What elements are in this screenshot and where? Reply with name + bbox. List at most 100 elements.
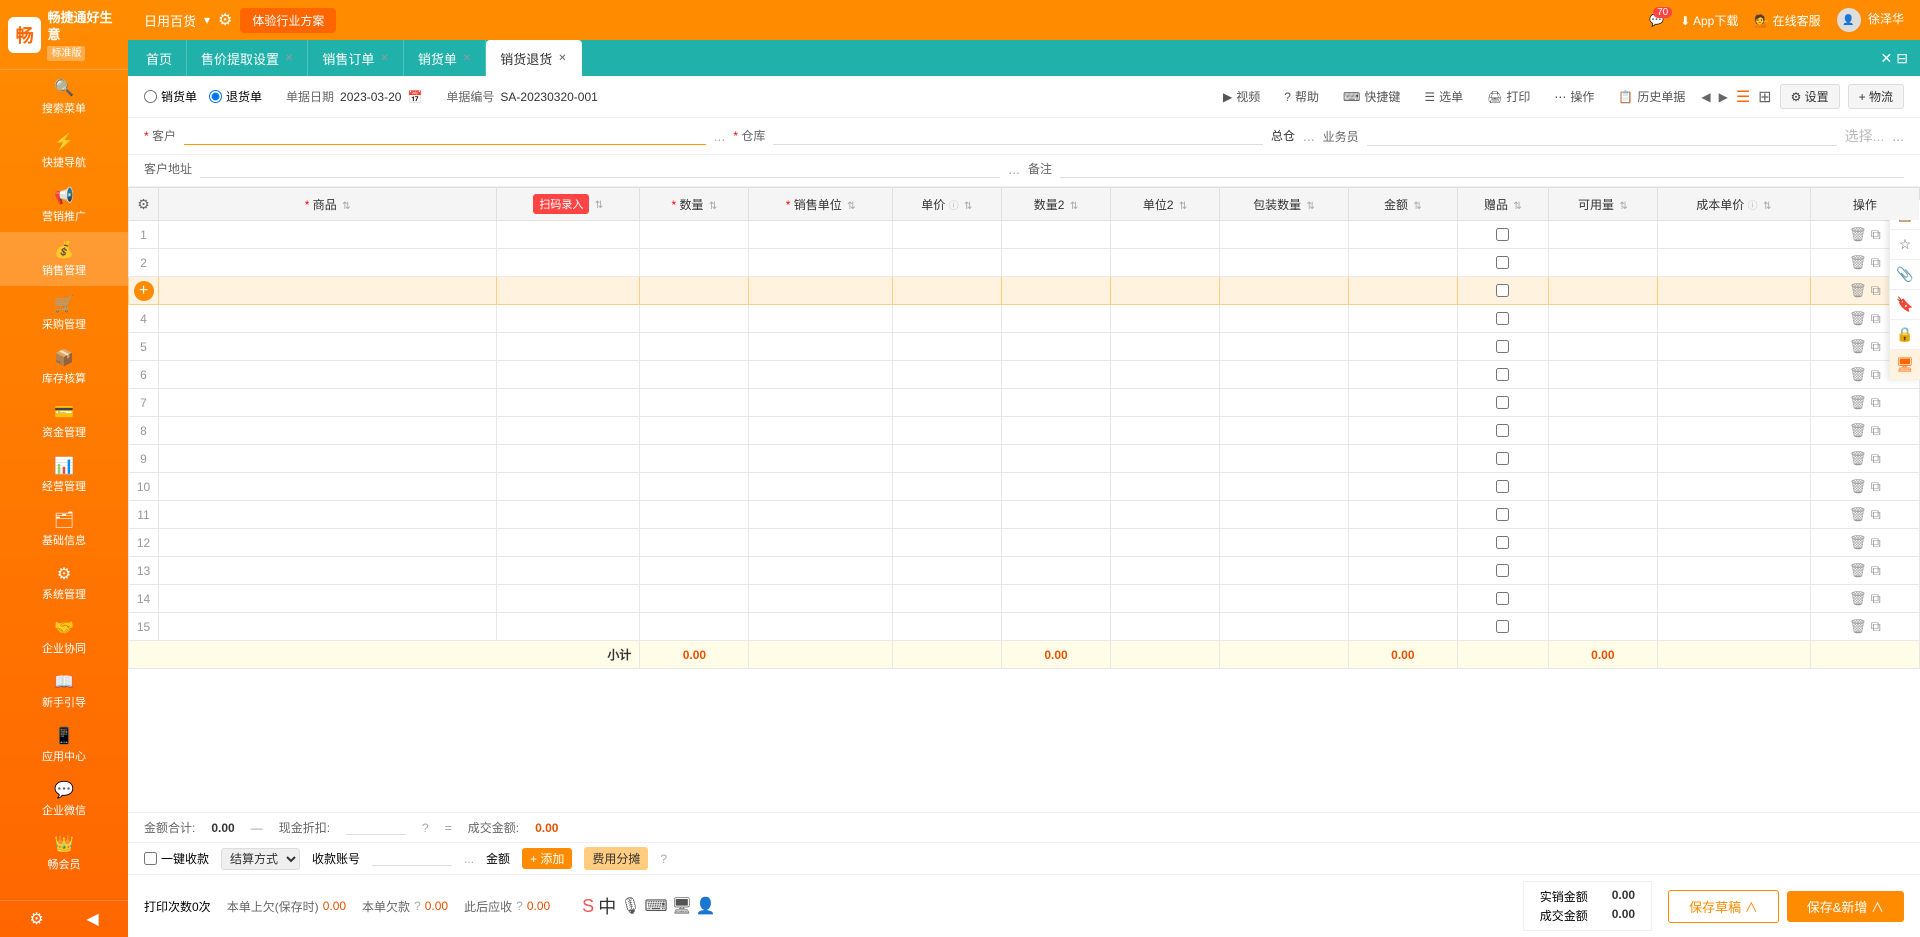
price-cell[interactable] [892, 221, 1001, 249]
cost-price-info-icon[interactable]: ⓘ [1748, 201, 1758, 212]
col-cprice-sort[interactable]: ⇅ [1763, 201, 1771, 212]
qty-cell[interactable] [640, 221, 749, 249]
tab-sales-delivery[interactable]: 销货单 ✕ [404, 40, 486, 76]
save-draft-btn[interactable]: 保存草稿 ∧ [1668, 890, 1779, 923]
unit-price-info-icon[interactable]: ⓘ [949, 201, 959, 212]
discount-help-icon[interactable]: ? [422, 821, 429, 835]
right-btn-bookmark[interactable]: 🔖 [1890, 290, 1920, 320]
online-service-btn[interactable]: 💁 在线客服 [1754, 12, 1820, 29]
delete-row-btn[interactable]: 🗑 [1849, 226, 1867, 243]
tab-sales-return[interactable]: 销货退货 ✕ [486, 40, 581, 76]
gift-checkbox[interactable] [1496, 620, 1509, 633]
account-input[interactable] [372, 851, 452, 866]
warehouse-input[interactable] [773, 126, 1263, 145]
unit2-cell[interactable] [1111, 221, 1220, 249]
gift-cell[interactable] [1457, 221, 1548, 249]
col-unit2-sort[interactable]: ⇅ [1179, 201, 1187, 212]
salesperson-ellipsis[interactable]: ... [1892, 128, 1904, 144]
warehouse-ellipsis[interactable]: ... [1303, 128, 1315, 144]
gift-checkbox[interactable] [1496, 424, 1509, 437]
calendar-icon[interactable]: 📅 [407, 90, 422, 104]
gift-checkbox[interactable] [1496, 340, 1509, 353]
col-settings-icon[interactable]: ⚙ [137, 196, 150, 212]
tool-mic-icon[interactable]: 🎙 [620, 896, 640, 916]
radio-sales-input[interactable] [144, 90, 157, 103]
help-btn[interactable]: ? 帮助 [1276, 85, 1327, 108]
view-grid-icon[interactable]: ⊞ [1758, 87, 1771, 107]
copy-row-btn[interactable]: ⧉ [1871, 422, 1881, 439]
sidebar-item-wechat[interactable]: 💬 企业微信 [0, 772, 128, 826]
col-amount-sort[interactable]: ⇅ [1413, 201, 1421, 212]
gift-checkbox[interactable] [1496, 228, 1509, 241]
tab-more-icon[interactable]: ⊟ [1896, 50, 1908, 67]
save-new-btn[interactable]: 保存&新增 ∧ [1787, 891, 1904, 922]
tab-close-sales-order[interactable]: ✕ [380, 53, 388, 64]
sidebar-item-member[interactable]: 👑 畅会员 [0, 826, 128, 880]
tab-home[interactable]: 首页 [132, 40, 187, 76]
view-list-icon[interactable]: ☰ [1736, 87, 1750, 107]
gift-checkbox[interactable] [1496, 564, 1509, 577]
copy-row-btn[interactable]: ⧉ [1871, 226, 1881, 243]
gift-checkbox[interactable] [1496, 368, 1509, 381]
gift-checkbox[interactable] [1496, 480, 1509, 493]
shortcut-btn[interactable]: ⌨ 快捷键 [1335, 85, 1408, 108]
tool-person-icon[interactable]: 👤 [696, 896, 716, 916]
delete-row-btn[interactable]: 🗑 [1849, 590, 1867, 607]
delete-row-btn[interactable]: 🗑 [1849, 366, 1867, 383]
tool-s-icon[interactable]: S [582, 896, 594, 917]
sidebar-item-system[interactable]: ⚙ 系统管理 [0, 556, 128, 610]
copy-row-btn[interactable]: ⧉ [1871, 394, 1881, 411]
sidebar-item-search[interactable]: 🔍 搜索菜单 [0, 70, 128, 124]
delete-row-btn[interactable]: 🗑 [1849, 394, 1867, 411]
col-gift-sort[interactable]: ⇅ [1513, 201, 1521, 212]
sidebar-item-inventory[interactable]: 📦 库存核算 [0, 340, 128, 394]
expense-help-icon[interactable]: ? [660, 852, 667, 866]
copy-row-btn[interactable]: ⧉ [1871, 366, 1881, 383]
radio-return-input[interactable] [209, 90, 222, 103]
experience-btn[interactable]: 体验行业方案 [240, 8, 336, 33]
copy-row-btn[interactable]: ⧉ [1871, 534, 1881, 551]
single-debt-help-icon[interactable]: ? [414, 899, 421, 913]
copy-row-btn[interactable]: ⧉ [1871, 506, 1881, 523]
sidebar-collapse-icon[interactable]: ◀ [86, 909, 98, 929]
discount-input[interactable] [346, 820, 406, 835]
tab-close-sales-return[interactable]: ✕ [558, 53, 566, 64]
copy-row-btn[interactable]: ⧉ [1871, 338, 1881, 355]
tab-price-settings[interactable]: 售价提取设置 ✕ [187, 40, 308, 76]
sidebar-item-guide[interactable]: 📖 新手引导 [0, 664, 128, 718]
copy-row-btn[interactable]: ⧉ [1871, 254, 1881, 271]
address-input[interactable] [200, 159, 1000, 178]
gift-checkbox[interactable] [1496, 592, 1509, 605]
sidebar-item-sales[interactable]: 💰 销售管理 [0, 232, 128, 286]
radio-return[interactable]: 退货单 [209, 88, 262, 105]
gift-checkbox-active[interactable] [1496, 284, 1509, 297]
packqty-cell[interactable] [1220, 221, 1349, 249]
right-btn-clip[interactable]: 📎 [1890, 260, 1920, 290]
gift-checkbox[interactable] [1496, 312, 1509, 325]
customer-input[interactable] [184, 126, 706, 145]
gift-checkbox[interactable] [1496, 508, 1509, 521]
delete-row-btn[interactable]: 🗑 [1849, 618, 1867, 635]
sidebar-settings-icon[interactable]: ⚙ [29, 909, 43, 929]
right-btn-star[interactable]: ☆ [1890, 230, 1920, 260]
history-btn[interactable]: 📋 历史单据 [1610, 85, 1693, 108]
right-btn-lock[interactable]: 🔒 [1890, 320, 1920, 350]
gift-checkbox[interactable] [1496, 452, 1509, 465]
print-btn[interactable]: 🖨 打印 [1479, 85, 1538, 108]
copy-row-btn[interactable]: ⧉ [1871, 282, 1881, 299]
copy-row-btn[interactable]: ⧉ [1871, 478, 1881, 495]
sidebar-item-operations[interactable]: 📊 经营管理 [0, 448, 128, 502]
amount-cell[interactable] [1348, 221, 1457, 249]
sidebar-item-purchase[interactable]: 🛒 采购管理 [0, 286, 128, 340]
sidebar-item-finance[interactable]: 💳 资金管理 [0, 394, 128, 448]
radio-sales[interactable]: 销货单 [144, 88, 197, 105]
qty2-cell[interactable] [1001, 221, 1110, 249]
tab-sales-order[interactable]: 销售订单 ✕ [308, 40, 403, 76]
gift-checkbox[interactable] [1496, 396, 1509, 409]
col-qty2-sort[interactable]: ⇅ [1070, 201, 1078, 212]
message-btn[interactable]: 💬 70 [1649, 13, 1664, 27]
delete-row-btn[interactable]: 🗑 [1849, 478, 1867, 495]
product-input-active[interactable] [163, 283, 492, 298]
gift-checkbox[interactable] [1496, 256, 1509, 269]
sidebar-item-basic[interactable]: 🗂 基础信息 [0, 502, 128, 556]
